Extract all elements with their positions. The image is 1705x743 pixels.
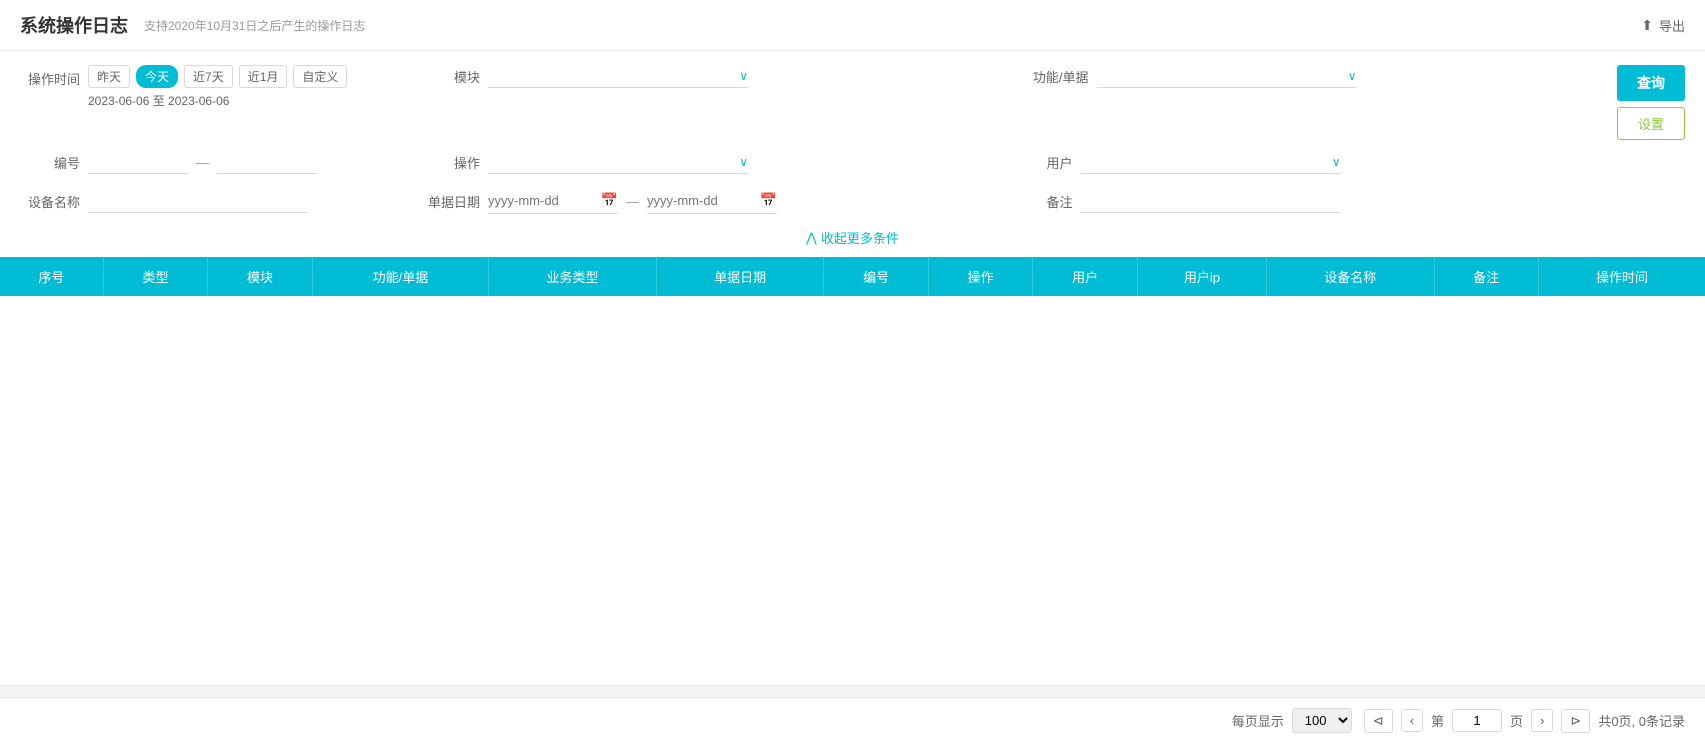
func-select[interactable]: ∨: [1097, 65, 1357, 88]
voucher-date-label: 单据日期: [420, 192, 480, 211]
voucher-date-from-input[interactable]: [488, 193, 597, 208]
time-btn-custom[interactable]: 自定义: [293, 65, 347, 88]
page-label: 第: [1431, 711, 1444, 730]
table-wrapper: 序号 类型 模块 功能/单据 业务类型 单据日期 编号 操作 用户 用户ip 设…: [0, 257, 1705, 685]
time-label: 操作时间: [20, 65, 80, 88]
module-label: 模块: [420, 67, 480, 86]
num-input-from[interactable]: [88, 150, 188, 174]
col-user: 用户: [1033, 257, 1137, 296]
collapse-chevron-icon: ⋀: [806, 230, 817, 246]
time-btn-today[interactable]: 今天: [136, 65, 178, 88]
scrollbar-area[interactable]: [0, 685, 1705, 697]
time-filter-buttons: 昨天 今天 近7天 近1月 自定义: [88, 65, 347, 88]
module-select[interactable]: ∨: [488, 65, 748, 88]
data-table: 序号 类型 模块 功能/单据 业务类型 单据日期 编号 操作 用户 用户ip 设…: [0, 257, 1705, 296]
col-voucher-date: 单据日期: [656, 257, 824, 296]
page-unit: 页: [1510, 711, 1523, 730]
page-header: 系统操作日志 支持2020年10月31日之后产生的操作日志 ⬆ 导出: [0, 0, 1705, 51]
remark-input[interactable]: [1081, 189, 1341, 213]
user-chevron-icon: ∨: [1332, 155, 1341, 169]
voucher-date-to[interactable]: 📅: [647, 188, 777, 214]
per-page-select[interactable]: 100 50 200: [1292, 708, 1352, 733]
voucher-date-to-input[interactable]: [647, 193, 756, 208]
time-btn-7days[interactable]: 近7天: [184, 65, 233, 88]
col-user-ip: 用户ip: [1137, 257, 1266, 296]
operation-select[interactable]: ∨: [488, 151, 748, 174]
last-page-button[interactable]: ⊳: [1561, 709, 1590, 733]
table-header-row: 序号 类型 模块 功能/单据 业务类型 单据日期 编号 操作 用户 用户ip 设…: [0, 257, 1705, 296]
collapse-row: ⋀ 收起更多条件: [20, 224, 1685, 257]
page-summary: 共0页, 0条记录: [1598, 711, 1685, 730]
user-label: 用户: [993, 153, 1073, 172]
settings-button[interactable]: 设置: [1617, 107, 1685, 140]
num-input-to[interactable]: [217, 150, 317, 174]
func-chevron-icon: ∨: [1348, 69, 1357, 83]
voucher-date-dash: —: [626, 194, 639, 209]
page-title: 系统操作日志: [20, 12, 128, 38]
time-btn-1month[interactable]: 近1月: [239, 65, 288, 88]
export-label: 导出: [1659, 16, 1685, 35]
num-label: 编号: [20, 153, 80, 172]
collapse-label: 收起更多条件: [821, 228, 899, 247]
page-subtitle: 支持2020年10月31日之后产生的操作日志: [144, 17, 365, 34]
query-button[interactable]: 查询: [1617, 65, 1685, 101]
prev-page-button[interactable]: ‹: [1401, 709, 1423, 732]
col-remark: 备注: [1434, 257, 1538, 296]
per-page-label: 每页显示: [1232, 711, 1284, 730]
calendar-to-icon[interactable]: 📅: [760, 192, 777, 209]
user-select[interactable]: ∨: [1081, 151, 1341, 174]
page-number-input[interactable]: [1452, 709, 1502, 732]
pagination-bar: 每页显示 100 50 200 ⊲ ‹ 第 页 › ⊳ 共0页, 0条记录: [0, 697, 1705, 743]
col-biz-type: 业务类型: [489, 257, 657, 296]
module-chevron-icon: ∨: [739, 69, 748, 83]
operation-label: 操作: [420, 153, 480, 172]
device-input[interactable]: [88, 189, 308, 213]
col-func: 功能/单据: [312, 257, 488, 296]
col-type: 类型: [103, 257, 207, 296]
calendar-from-icon[interactable]: 📅: [601, 192, 618, 209]
remark-label: 备注: [993, 192, 1073, 211]
voucher-date-from[interactable]: 📅: [488, 188, 618, 214]
next-page-button[interactable]: ›: [1531, 709, 1553, 732]
filter-section: 操作时间 昨天 今天 近7天 近1月 自定义 2023-06-06 至 2023…: [0, 51, 1705, 257]
col-operation: 操作: [928, 257, 1032, 296]
export-icon: ⬆: [1641, 17, 1653, 34]
time-btn-yesterday[interactable]: 昨天: [88, 65, 130, 88]
first-page-button[interactable]: ⊲: [1364, 709, 1393, 733]
collapse-button[interactable]: ⋀ 收起更多条件: [806, 228, 899, 247]
device-label: 设备名称: [20, 192, 80, 211]
col-seq: 序号: [0, 257, 103, 296]
col-device: 设备名称: [1266, 257, 1434, 296]
col-op-time: 操作时间: [1539, 257, 1705, 296]
col-num: 编号: [824, 257, 928, 296]
time-range-text: 2023-06-06 至 2023-06-06: [88, 92, 347, 109]
col-module: 模块: [208, 257, 312, 296]
operation-chevron-icon: ∨: [739, 155, 748, 169]
func-label: 功能/单据: [1009, 67, 1089, 86]
export-button[interactable]: ⬆ 导出: [1641, 16, 1685, 35]
num-dash: —: [196, 155, 209, 170]
